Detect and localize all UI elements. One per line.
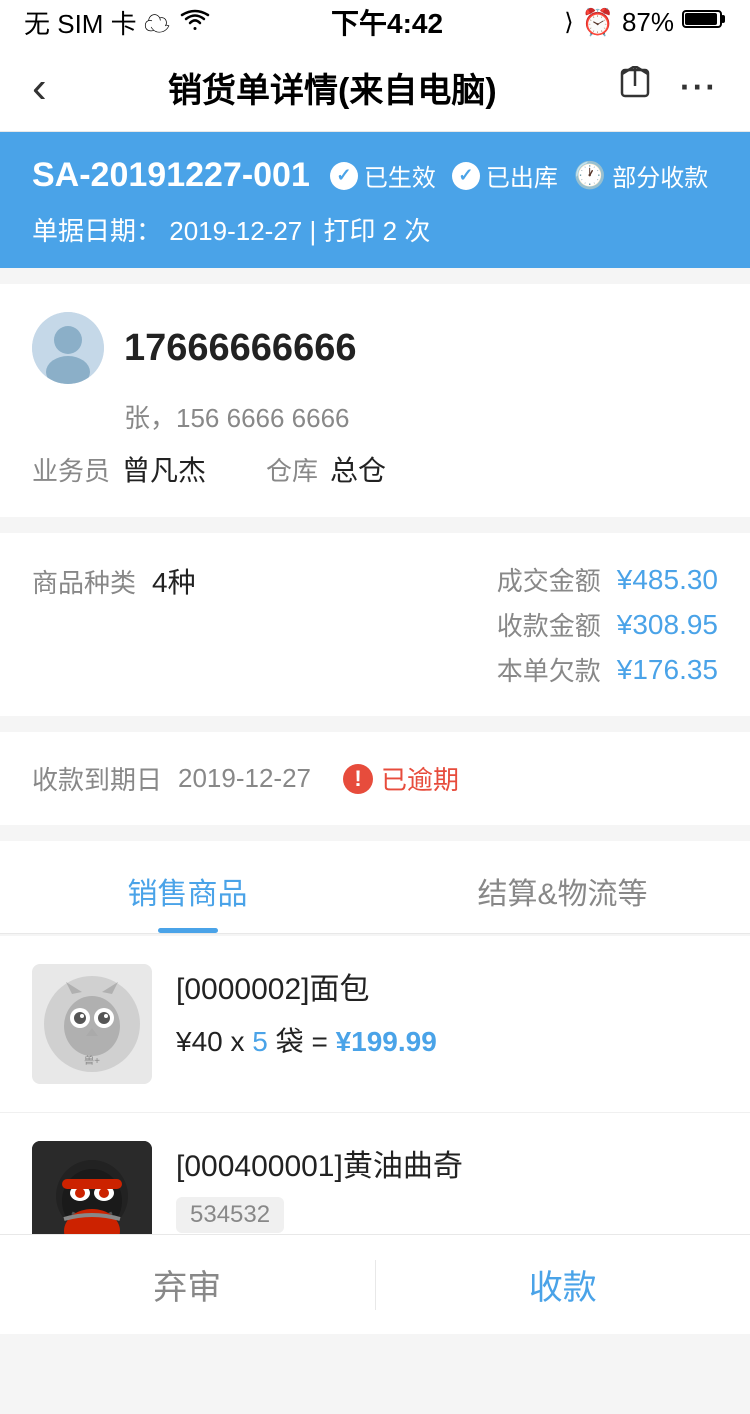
customer-info-row: 业务员 曾凡杰 仓库 总仓 xyxy=(32,449,718,489)
warehouse-value: 总仓 xyxy=(330,449,386,489)
check-icon-2: ✓ xyxy=(452,162,480,190)
bottom-bar: 弃审 收款 xyxy=(0,1234,750,1334)
product-info-1: [0000002]面包 ¥40 x 5 袋 = ¥199.99 xyxy=(176,964,718,1060)
battery-icon xyxy=(682,8,726,37)
received-label: 收款金额 xyxy=(497,606,601,643)
amount-value: ¥485.30 xyxy=(617,564,718,596)
order-date: 2019-12-27 xyxy=(169,216,302,246)
unit-1: 袋 xyxy=(276,1026,304,1057)
tab-settlement[interactable]: 结算&物流等 xyxy=(375,841,750,933)
badge-partial-text: 部分收款 xyxy=(612,158,708,193)
sales-value: 曾凡杰 xyxy=(122,449,206,489)
amount-row: 成交金额 ¥485.30 xyxy=(497,561,718,598)
due-date: 2019-12-27 xyxy=(178,763,311,794)
received-value: ¥308.95 xyxy=(617,609,718,641)
stats-left: 商品种类 4种 xyxy=(32,561,196,601)
owed-value: ¥176.35 xyxy=(617,654,718,686)
customer-card: 17666666666 张，156 6666 6666 业务员 曾凡杰 仓库 总… xyxy=(0,284,750,517)
nav-icons: ··· xyxy=(618,66,718,109)
cancel-button[interactable]: 弃审 xyxy=(0,1240,375,1329)
product-price-1: ¥40 x 5 袋 = ¥199.99 xyxy=(176,1020,718,1060)
overdue-badge: ! 已逾期 xyxy=(331,756,471,801)
overdue-icon: ! xyxy=(343,764,373,794)
sep-1 xyxy=(0,268,750,284)
product-name-2: [000400001]黄油曲奇 xyxy=(176,1141,718,1185)
page-title: 销货单详情(来自电脑) xyxy=(168,63,497,112)
type-value: 4种 xyxy=(152,561,196,601)
due-label: 收款到期日 xyxy=(32,760,162,797)
badge-shipped: ✓ 已出库 xyxy=(452,158,558,193)
customer-sub: 张，156 6666 6666 xyxy=(124,398,718,435)
more-icon[interactable]: ··· xyxy=(680,69,718,106)
svg-text:兽+: 兽+ xyxy=(84,1054,100,1067)
tab-sales-products[interactable]: 销售商品 xyxy=(0,841,375,933)
battery-text: 87% xyxy=(622,7,674,38)
badge-shipped-text: 已出库 xyxy=(486,158,558,193)
banner-bottom: 单据日期： 2019-12-27 | 打印 2 次 xyxy=(32,211,718,248)
header-banner: SA-20191227-001 ✓ 已生效 ✓ 已出库 🕐 部分收款 单据日期：… xyxy=(0,132,750,268)
status-time: 下午4:42 xyxy=(331,2,443,42)
owed-label: 本单欠款 xyxy=(497,651,601,688)
customer-name: 17666666666 xyxy=(124,327,356,370)
warehouse-label: 仓库 xyxy=(266,451,318,488)
owed-row: 本单欠款 ¥176.35 xyxy=(497,651,718,688)
sales-label: 业务员 xyxy=(32,451,110,488)
list-item: 兽+ [0000002]面包 ¥40 x 5 袋 = ¥199.99 xyxy=(0,936,750,1113)
status-badges: ✓ 已生效 ✓ 已出库 🕐 部分收款 xyxy=(330,158,708,193)
confirm-button[interactable]: 收款 xyxy=(376,1240,750,1329)
warehouse-info: 仓库 总仓 xyxy=(266,449,386,489)
badge-active: ✓ 已生效 xyxy=(330,158,436,193)
date-label: 单据日期： xyxy=(32,216,162,246)
wifi-icon xyxy=(180,6,210,38)
tabs-section: 销售商品 结算&物流等 xyxy=(0,825,750,934)
check-icon-1: ✓ xyxy=(330,162,358,190)
overdue-text: 已逾期 xyxy=(381,760,459,797)
clock-icon: 🕐 xyxy=(574,160,606,191)
product-image-1: 兽+ xyxy=(32,964,152,1084)
received-row: 收款金额 ¥308.95 xyxy=(497,606,718,643)
status-right: ⟩ ⏰ 87% xyxy=(564,7,726,38)
tabs-bar: 销售商品 结算&物流等 xyxy=(0,841,750,934)
qty-1: 5 xyxy=(252,1026,268,1057)
location-icon: ⟩ xyxy=(564,8,573,37)
due-card: 收款到期日 2019-12-27 ! 已逾期 xyxy=(0,732,750,825)
badge-partial: 🕐 部分收款 xyxy=(574,158,708,193)
status-left: 无 SIM 卡 ☁ xyxy=(24,4,210,41)
product-name-1: [0000002]面包 xyxy=(176,964,718,1008)
avatar xyxy=(32,312,104,384)
status-bar: 无 SIM 卡 ☁ 下午4:42 ⟩ ⏰ 87% xyxy=(0,0,750,44)
print-count: | 打印 2 次 xyxy=(309,216,430,246)
signal-text: 无 SIM 卡 ☁ xyxy=(24,4,170,41)
badge-active-text: 已生效 xyxy=(364,158,436,193)
customer-top: 17666666666 xyxy=(32,312,718,384)
nav-bar: ‹ 销货单详情(来自电脑) ··· xyxy=(0,44,750,132)
type-label: 商品种类 xyxy=(32,563,136,600)
price-base-1: ¥40 xyxy=(176,1026,223,1057)
banner-top: SA-20191227-001 ✓ 已生效 ✓ 已出库 🕐 部分收款 xyxy=(32,156,718,195)
stats-card: 商品种类 4种 成交金额 ¥485.30 收款金额 ¥308.95 本单欠款 ¥… xyxy=(0,533,750,716)
share-icon[interactable] xyxy=(618,66,652,109)
order-id: SA-20191227-001 xyxy=(32,156,310,195)
sales-info: 业务员 曾凡杰 xyxy=(32,449,206,489)
back-button[interactable]: ‹ xyxy=(32,66,47,110)
product-sku-2: 534532 xyxy=(176,1197,284,1233)
stats-right: 成交金额 ¥485.30 收款金额 ¥308.95 本单欠款 ¥176.35 xyxy=(497,561,718,688)
alarm-icon: ⏰ xyxy=(582,7,614,38)
amount-label: 成交金额 xyxy=(497,561,601,598)
product-thumb-1: 兽+ xyxy=(32,964,152,1084)
total-1: ¥199.99 xyxy=(336,1026,437,1057)
